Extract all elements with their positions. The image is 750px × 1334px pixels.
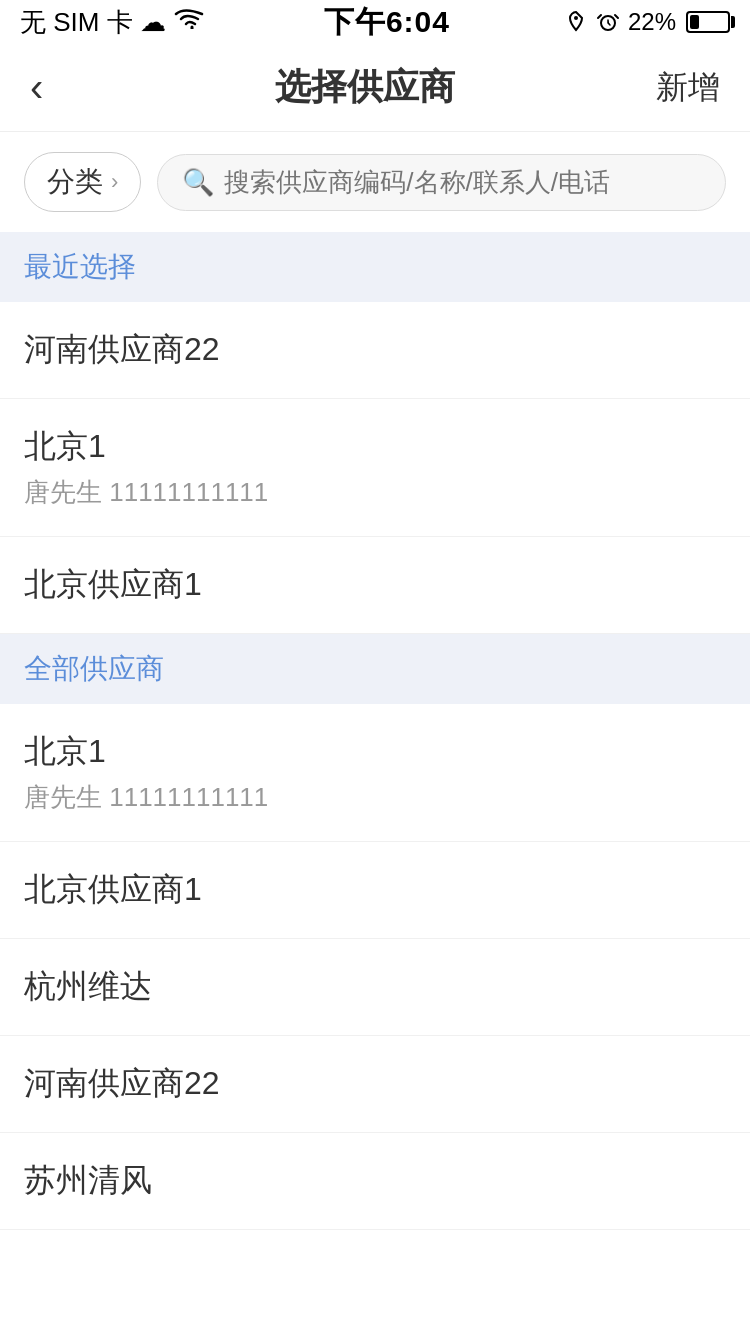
status-bar: 无 SIM 卡 ☁ 下午6:04 22% [0,0,750,44]
back-button[interactable]: ‹ [30,65,90,110]
sim-text: 无 SIM 卡 ☁ [20,5,166,40]
all-list: 北京1 唐先生 11111111111 北京供应商1 杭州维达河南供应商22 苏州清风 [0,704,750,1230]
list-item[interactable]: 北京供应商1 [0,537,750,634]
wifi-icon [174,9,210,35]
item-sub: 唐先生 11111111111 [24,475,726,510]
search-icon: 🔍 [182,167,214,198]
nav-title: 选择供应商 [90,63,640,112]
list-item[interactable]: 北京供应商1 [0,842,750,939]
status-left: 无 SIM 卡 ☁ [20,5,210,40]
item-name: 北京1 [24,730,726,774]
battery-icon [686,11,730,33]
filter-bar: 分类 › 🔍 [0,132,750,232]
recent-list: 河南供应商22 北京1 唐先生 11111111111 北京供应商1 [0,302,750,634]
item-name: 北京供应商1 [24,868,726,912]
list-item[interactable]: 北京1 唐先生 11111111111 [0,704,750,842]
recent-section-title: 最近选择 [24,251,136,282]
list-item[interactable]: 河南供应商22 [0,302,750,399]
status-right: 22% [564,8,730,36]
battery-percent: 22% [628,8,676,36]
chevron-icon: › [111,169,118,195]
add-button[interactable]: 新增 [640,66,720,110]
list-item[interactable]: 北京1 唐先生 11111111111 [0,399,750,537]
category-filter[interactable]: 分类 › [24,152,141,212]
nav-bar: ‹ 选择供应商 新增 [0,44,750,132]
category-label: 分类 [47,163,103,201]
item-name: 河南供应商22 [24,1062,726,1106]
recent-section-header: 最近选择 [0,232,750,302]
list-item[interactable]: 苏州清风 [0,1133,750,1230]
all-section-header: 全部供应商 [0,634,750,704]
svg-point-0 [574,16,578,20]
status-time: 下午6:04 [324,2,450,43]
item-name: 北京1 [24,425,726,469]
item-name: 苏州清风 [24,1159,726,1203]
location-icon [564,10,588,34]
item-sub: 唐先生 11111111111 [24,780,726,815]
alarm-icon [596,10,620,34]
list-item[interactable]: 杭州维达 [0,939,750,1036]
search-box[interactable]: 🔍 [157,154,726,211]
item-name: 河南供应商22 [24,328,726,372]
list-item[interactable]: 河南供应商22 [0,1036,750,1133]
all-section-title: 全部供应商 [24,653,164,684]
search-input[interactable] [224,167,701,198]
item-name: 北京供应商1 [24,563,726,607]
item-name: 杭州维达 [24,965,726,1009]
